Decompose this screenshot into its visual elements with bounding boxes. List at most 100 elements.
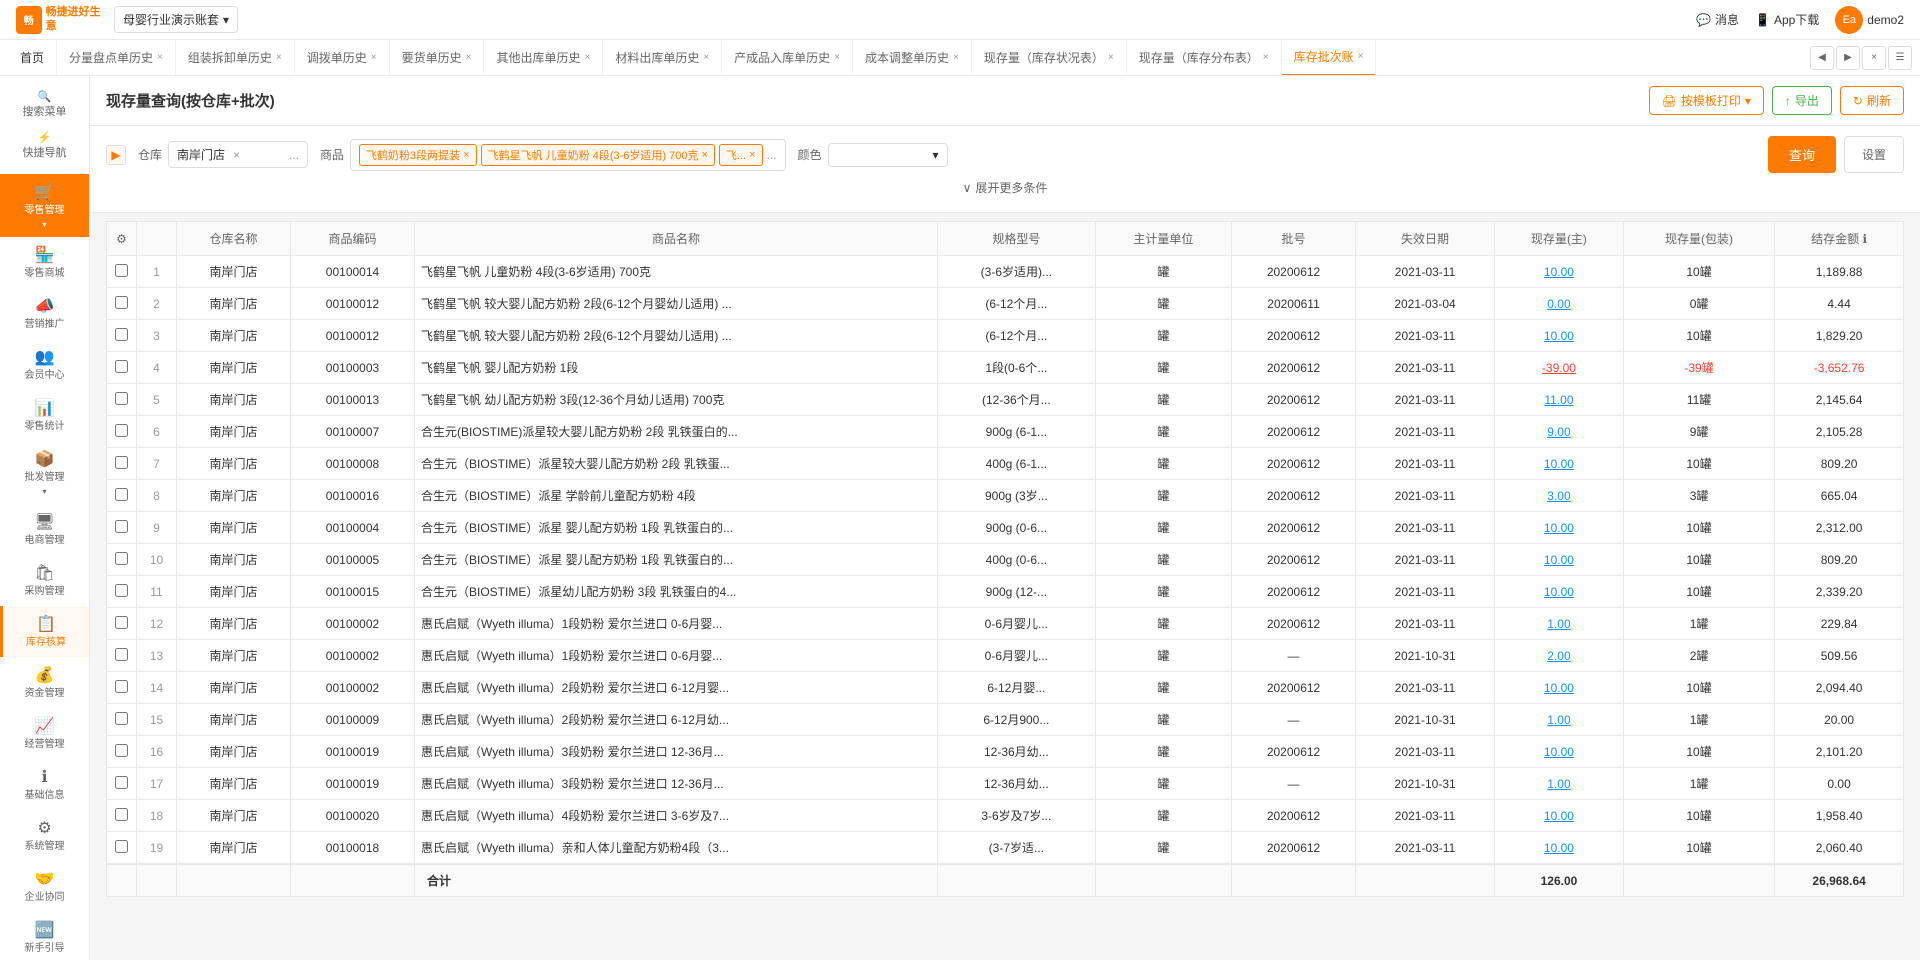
qty-link[interactable]: -39.00 (1542, 361, 1576, 375)
sidebar-item-purchase-mgmt[interactable]: 🛍 采购管理 (0, 555, 89, 606)
sidebar-item-marketing[interactable]: 📣 营销推广 (0, 288, 89, 339)
td-qty-main[interactable]: 10.00 (1495, 736, 1624, 768)
org-selector[interactable]: 母婴行业演示账套 ▾ (114, 6, 238, 33)
qty-link[interactable]: 10.00 (1544, 681, 1574, 695)
expand-more-btn[interactable]: ∨ 展开更多条件 (106, 173, 1904, 202)
td-qty-main[interactable]: 10.00 (1495, 832, 1624, 865)
td-qty-main[interactable]: 10.00 (1495, 544, 1624, 576)
th-settings[interactable]: ⚙ (107, 222, 137, 256)
sidebar-search[interactable]: 🔍 搜索菜单 (0, 84, 89, 125)
td-qty-main[interactable]: 10.00 (1495, 512, 1624, 544)
tab-batch-ledger[interactable]: 库存批次账 × (1282, 40, 1377, 76)
row-checkbox[interactable] (115, 424, 128, 437)
close-icon[interactable]: × (953, 52, 959, 63)
close-icon[interactable]: × (703, 52, 709, 63)
tab-group-dismantle[interactable]: 组装拆卸单历史 × (176, 40, 295, 76)
color-input[interactable]: ▾ (828, 143, 948, 167)
refresh-btn[interactable]: ↻ 刷新 (1840, 86, 1904, 115)
td-qty-main[interactable]: 9.00 (1495, 416, 1624, 448)
sidebar-item-member-center[interactable]: 👥 会员中心 (0, 339, 89, 390)
tab-product-inbound[interactable]: 产成品入库单历史 × (722, 40, 853, 76)
product-tag-2[interactable]: 飞... × (719, 144, 763, 166)
export-btn[interactable]: ↑ 导出 (1772, 86, 1832, 115)
row-checkbox[interactable] (115, 648, 128, 661)
qty-link[interactable]: 2.00 (1547, 649, 1570, 663)
sidebar-item-retail-shop[interactable]: 🏪 零售商城 (0, 237, 89, 288)
row-checkbox[interactable] (115, 808, 128, 821)
sidebar-item-enterprise-collab[interactable]: 🤝 企业协同 (0, 861, 89, 912)
close-icon[interactable]: × (1263, 52, 1269, 63)
template-print-btn[interactable]: 🖨 按模板打印 ▾ (1649, 86, 1764, 115)
qty-link[interactable]: 10.00 (1544, 553, 1574, 567)
td-qty-main[interactable]: 0.00 (1495, 288, 1624, 320)
qty-link[interactable]: 10.00 (1544, 585, 1574, 599)
messages-btn[interactable]: 💬 消息 (1696, 11, 1739, 28)
row-checkbox[interactable] (115, 744, 128, 757)
row-checkbox[interactable] (115, 680, 128, 693)
close-icon[interactable]: × (466, 52, 472, 63)
qty-link[interactable]: 1.00 (1547, 617, 1570, 631)
warehouse-close-icon[interactable]: × (233, 148, 240, 162)
td-qty-main[interactable]: 10.00 (1495, 672, 1624, 704)
tab-pickup[interactable]: 调拨单历史 × (295, 40, 390, 76)
qty-link[interactable]: 1.00 (1547, 777, 1570, 791)
sidebar-item-retail-mgmt[interactable]: 🛒 零售管理 ▾ (0, 174, 89, 237)
tab-material-outbound[interactable]: 材料出库单历史 × (603, 40, 722, 76)
sidebar-item-retail-stats[interactable]: 📊 零售统计 (0, 390, 89, 441)
tag-close-2[interactable]: × (749, 149, 755, 161)
sidebar-item-ops-mgmt[interactable]: 📈 经营管理 (0, 708, 89, 759)
row-checkbox[interactable] (115, 488, 128, 501)
td-qty-main[interactable]: 10.00 (1495, 256, 1624, 288)
settings-btn[interactable]: 设置 (1844, 136, 1904, 173)
qty-link[interactable]: 0.00 (1547, 297, 1570, 311)
qty-link[interactable]: 10.00 (1544, 457, 1574, 471)
nav-menu[interactable]: ☰ (1888, 46, 1912, 70)
tab-inventory-status[interactable]: 现存量（库存状况表） × (972, 40, 1127, 76)
qty-link[interactable]: 10.00 (1544, 521, 1574, 535)
td-qty-main[interactable]: 1.00 (1495, 704, 1624, 736)
tab-split-count[interactable]: 分量盘点单历史 × (57, 40, 176, 76)
query-btn[interactable]: 查询 (1768, 136, 1836, 173)
qty-link[interactable]: 10.00 (1544, 841, 1574, 855)
row-checkbox[interactable] (115, 360, 128, 373)
nav-close[interactable]: × (1862, 46, 1886, 70)
settings-icon[interactable]: ⚙ (116, 232, 127, 246)
td-qty-main[interactable]: 10.00 (1495, 320, 1624, 352)
tab-inventory-distribution[interactable]: 现存量（库存分布表） × (1127, 40, 1282, 76)
expand-btn[interactable]: ▶ (106, 145, 126, 165)
user-menu[interactable]: Ea demo2 (1835, 6, 1904, 34)
td-qty-main[interactable]: 3.00 (1495, 480, 1624, 512)
td-qty-main[interactable]: -39.00 (1495, 352, 1624, 384)
sidebar-nav[interactable]: ⚡ 快捷导航 (0, 125, 89, 166)
tab-home[interactable]: 首页 (8, 40, 57, 76)
qty-link[interactable]: 10.00 (1544, 265, 1574, 279)
tab-other-outbound[interactable]: 其他出库单历史 × (484, 40, 603, 76)
tag-close-1[interactable]: × (701, 149, 707, 161)
product-tag-0[interactable]: 飞鹤奶粉3段两提装 × (359, 144, 477, 166)
td-qty-main[interactable]: 1.00 (1495, 608, 1624, 640)
nav-prev[interactable]: ◀ (1810, 46, 1834, 70)
row-checkbox[interactable] (115, 552, 128, 565)
close-icon[interactable]: × (584, 52, 590, 63)
warehouse-input[interactable]: 南岸门店 × ... (168, 141, 308, 168)
row-checkbox[interactable] (115, 264, 128, 277)
td-qty-main[interactable]: 10.00 (1495, 800, 1624, 832)
qty-link[interactable]: 11.00 (1544, 393, 1573, 407)
app-download-btn[interactable]: 📱 App下载 (1755, 11, 1819, 28)
qty-link[interactable]: 10.00 (1544, 745, 1574, 759)
product-input[interactable]: 飞鹤奶粉3段两提装 × 飞鹤星飞帆 儿童奶粉 4段(3-6岁适用) 700克 ×… (350, 139, 786, 171)
sidebar-item-inventory-check[interactable]: 📋 库存核算 (0, 606, 89, 657)
td-qty-main[interactable]: 10.00 (1495, 448, 1624, 480)
close-icon[interactable]: × (371, 52, 377, 63)
nav-next[interactable]: ▶ (1836, 46, 1860, 70)
qty-link[interactable]: 1.00 (1547, 713, 1570, 727)
qty-link[interactable]: 9.00 (1547, 425, 1570, 439)
td-qty-main[interactable]: 2.00 (1495, 640, 1624, 672)
row-checkbox[interactable] (115, 296, 128, 309)
product-tag-1[interactable]: 飞鹤星飞帆 儿童奶粉 4段(3-6岁适用) 700克 × (481, 144, 715, 166)
row-checkbox[interactable] (115, 616, 128, 629)
tab-cost-adjustment[interactable]: 成本调整单历史 × (853, 40, 972, 76)
row-checkbox[interactable] (115, 392, 128, 405)
row-checkbox[interactable] (115, 456, 128, 469)
close-icon[interactable]: × (276, 52, 282, 63)
